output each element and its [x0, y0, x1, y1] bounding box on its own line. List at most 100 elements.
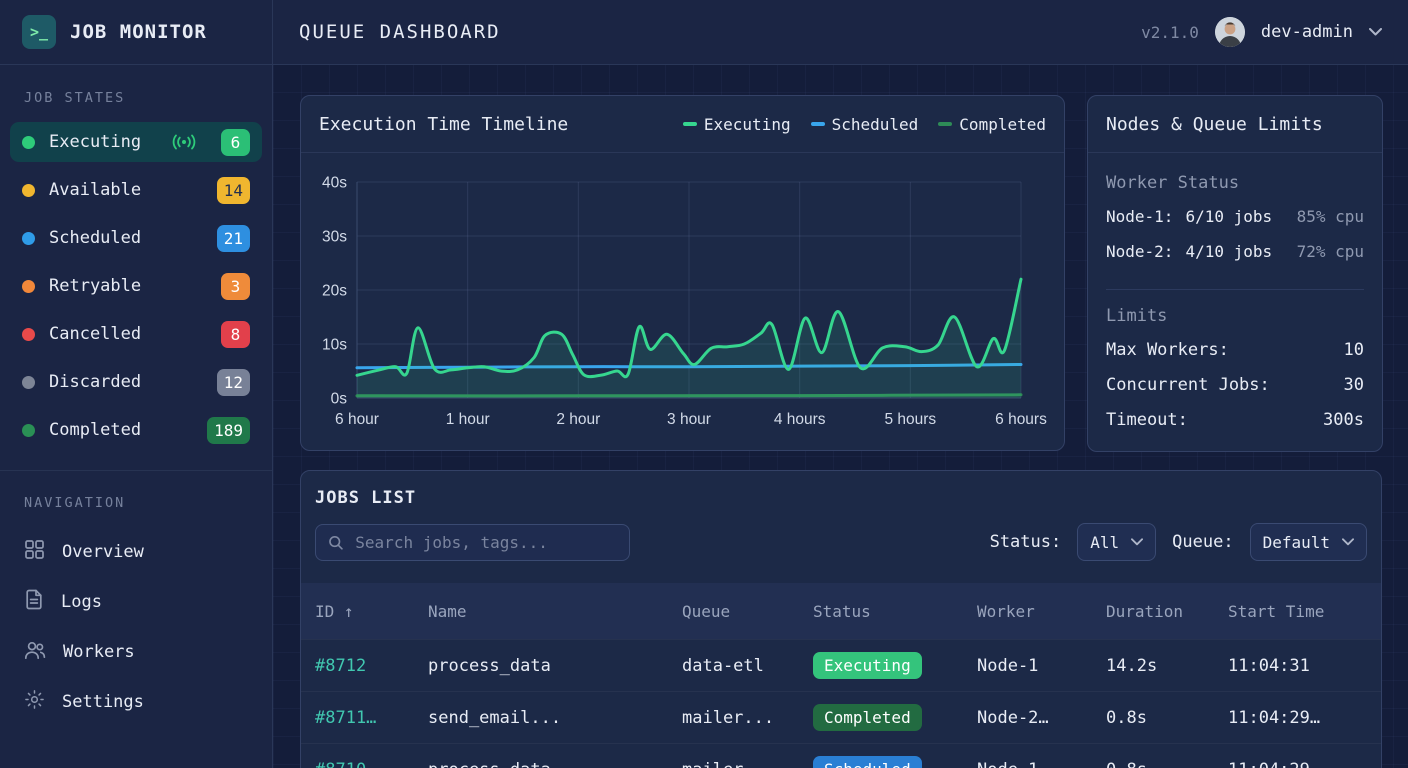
state-dot [22, 135, 35, 149]
job-duration: 0.8s [1092, 760, 1214, 768]
legend-swatch [682, 122, 697, 126]
legend-swatch [938, 122, 953, 126]
nav-label: Overview [62, 542, 144, 562]
terminal-logo-icon: >_ [22, 15, 56, 49]
column-header[interactable]: Start Time [1214, 602, 1381, 621]
job-id-link[interactable]: #8711… [301, 708, 414, 728]
state-count-badge: 21 [216, 224, 250, 252]
state-label: Discarded [49, 372, 142, 392]
job-states-list: Executing 6 Available 14 Scheduled 21 Re… [10, 122, 262, 450]
avatar[interactable] [1214, 17, 1245, 47]
chevron-down-icon [1131, 538, 1144, 546]
svg-text:2 hour: 2 hour [556, 411, 600, 428]
job-start-time: 11:04:29… [1228, 707, 1321, 728]
version-label: v2.1.0 [1141, 22, 1199, 42]
job-id-link[interactable]: #8712 [301, 656, 414, 676]
limit-value: 30 [1343, 375, 1364, 395]
svg-text:10s: 10s [322, 337, 347, 354]
state-count-badge: 8 [221, 320, 250, 348]
node-jobs: 4/10 jobs [1185, 242, 1273, 261]
job-worker: Node-2… [977, 707, 1049, 728]
status-badge: Scheduled [813, 756, 922, 768]
state-count-badge: 12 [216, 368, 250, 396]
sidebar-nav-item[interactable]: Workers [10, 627, 262, 677]
job-worker: Node-1 [963, 760, 1092, 768]
jobs-table-header: ID ↑ Name Queue Status Worker Duration Start T… [301, 583, 1381, 639]
grid-icon [24, 539, 45, 565]
state-label: Retryable [49, 276, 142, 296]
job-status-cell: Executing [799, 652, 963, 679]
sidebar-nav-item[interactable]: Settings [10, 677, 262, 727]
sidebar-state-item[interactable]: Completed 189 [10, 410, 262, 450]
status-badge: Executing [813, 652, 922, 679]
username[interactable]: dev-admin [1261, 22, 1353, 42]
legend-item[interactable]: Executing [682, 115, 791, 134]
svg-text:20s: 20s [322, 283, 347, 300]
job-name: process_data [414, 760, 668, 768]
column-header[interactable]: Duration [1092, 602, 1214, 621]
column-header[interactable]: Worker [963, 602, 1092, 621]
jobs-list-card: JOBS LIST Status: All Que [300, 470, 1382, 768]
limit-row: Max Workers: 10 [1106, 340, 1364, 375]
svg-text:6 hour: 6 hour [335, 411, 379, 428]
chart-title: Execution Time Timeline [319, 113, 569, 135]
legend-item[interactable]: Completed [938, 115, 1046, 134]
sidebar-state-item[interactable]: Cancelled 8 [10, 314, 262, 354]
job-queue: data-etl [682, 655, 764, 676]
worker-status-label: Worker Status [1106, 173, 1240, 193]
limit-name: Max Workers: [1106, 340, 1229, 360]
nodes-divider [1106, 289, 1364, 290]
sidebar-nav-item[interactable]: Logs [10, 577, 262, 627]
node-name: Node-1: [1106, 207, 1174, 226]
svg-text:1 hour: 1 hour [446, 411, 490, 428]
search-icon [329, 535, 343, 550]
table-row[interactable]: #8712 process_data data-etl Executing No… [301, 639, 1381, 691]
sidebar-state-item[interactable]: Retryable 3 [10, 266, 262, 306]
legend-item[interactable]: Scheduled [810, 115, 918, 134]
execution-time-chart: 0s 10s 20s 30s 40s 6 hour 1 hour 2 hour 3 hour 4 … [322, 175, 1047, 429]
nav-label: Workers [63, 642, 135, 662]
header-right: v2.1.0 dev-admin [1141, 17, 1408, 47]
status-filter-label: Status: [989, 532, 1062, 552]
jobs-card-top: JOBS LIST Status: All Que [301, 471, 1381, 561]
svg-text:3 hour: 3 hour [667, 411, 711, 428]
jobs-filters-row: Status: All Queue: Default [315, 523, 1367, 561]
queue-dashboard-app: >_ JOB MONITOR QUEUE DASHBOARD v2.1.0 de… [0, 0, 1408, 768]
job-status-cell: Scheduled [799, 756, 963, 768]
job-worker: Node-1 [977, 655, 1039, 676]
state-dot [22, 279, 35, 293]
file-text-icon [24, 589, 44, 615]
job-id-link[interactable]: #8710 [301, 760, 414, 768]
chevron-down-icon [1342, 538, 1354, 546]
state-label: Completed [49, 420, 142, 440]
sidebar-state-item[interactable]: Discarded 12 [10, 362, 262, 402]
table-row[interactable]: #8711… send_email... mailer... Completed… [301, 691, 1381, 743]
column-header[interactable]: ID ↑ [301, 602, 414, 621]
chart-card-header: Execution Time Timeline Executing Schedu… [301, 96, 1064, 153]
column-header[interactable]: Name [414, 602, 668, 621]
queue-filter-label: Queue: [1172, 532, 1234, 552]
sidebar-state-item[interactable]: Executing 6 [10, 122, 262, 162]
node-status-row: Node-2: 4/10 jobs 72% cpu [1106, 242, 1364, 277]
svg-text:0s: 0s [331, 391, 348, 408]
chevron-down-icon[interactable] [1369, 28, 1382, 36]
svg-text:5 hours: 5 hours [884, 411, 936, 428]
column-header[interactable]: Status [799, 602, 963, 621]
queue-filter-select[interactable]: Default [1249, 523, 1367, 561]
status-filter-select[interactable]: All [1077, 523, 1157, 561]
sidebar-state-item[interactable]: Scheduled 21 [10, 218, 262, 258]
table-row[interactable]: #8710 process_data mailer Scheduled Node… [301, 743, 1381, 768]
state-label: Cancelled [49, 324, 142, 344]
column-header[interactable]: Queue [668, 602, 799, 621]
sidebar-state-item[interactable]: Available 14 [10, 170, 262, 210]
search-input[interactable] [353, 531, 617, 553]
app-title: JOB MONITOR [70, 21, 207, 43]
state-dot [22, 183, 35, 197]
job-name: send_email... [428, 707, 562, 728]
sidebar-nav-item[interactable]: Overview [10, 527, 262, 577]
jobs-table-body: #8712 process_data data-etl Executing No… [301, 639, 1381, 768]
node-name: Node-2: [1106, 242, 1174, 261]
state-count-badge: 3 [221, 272, 250, 300]
nav-label: Logs [61, 592, 102, 612]
jobs-search-box[interactable] [315, 523, 630, 561]
